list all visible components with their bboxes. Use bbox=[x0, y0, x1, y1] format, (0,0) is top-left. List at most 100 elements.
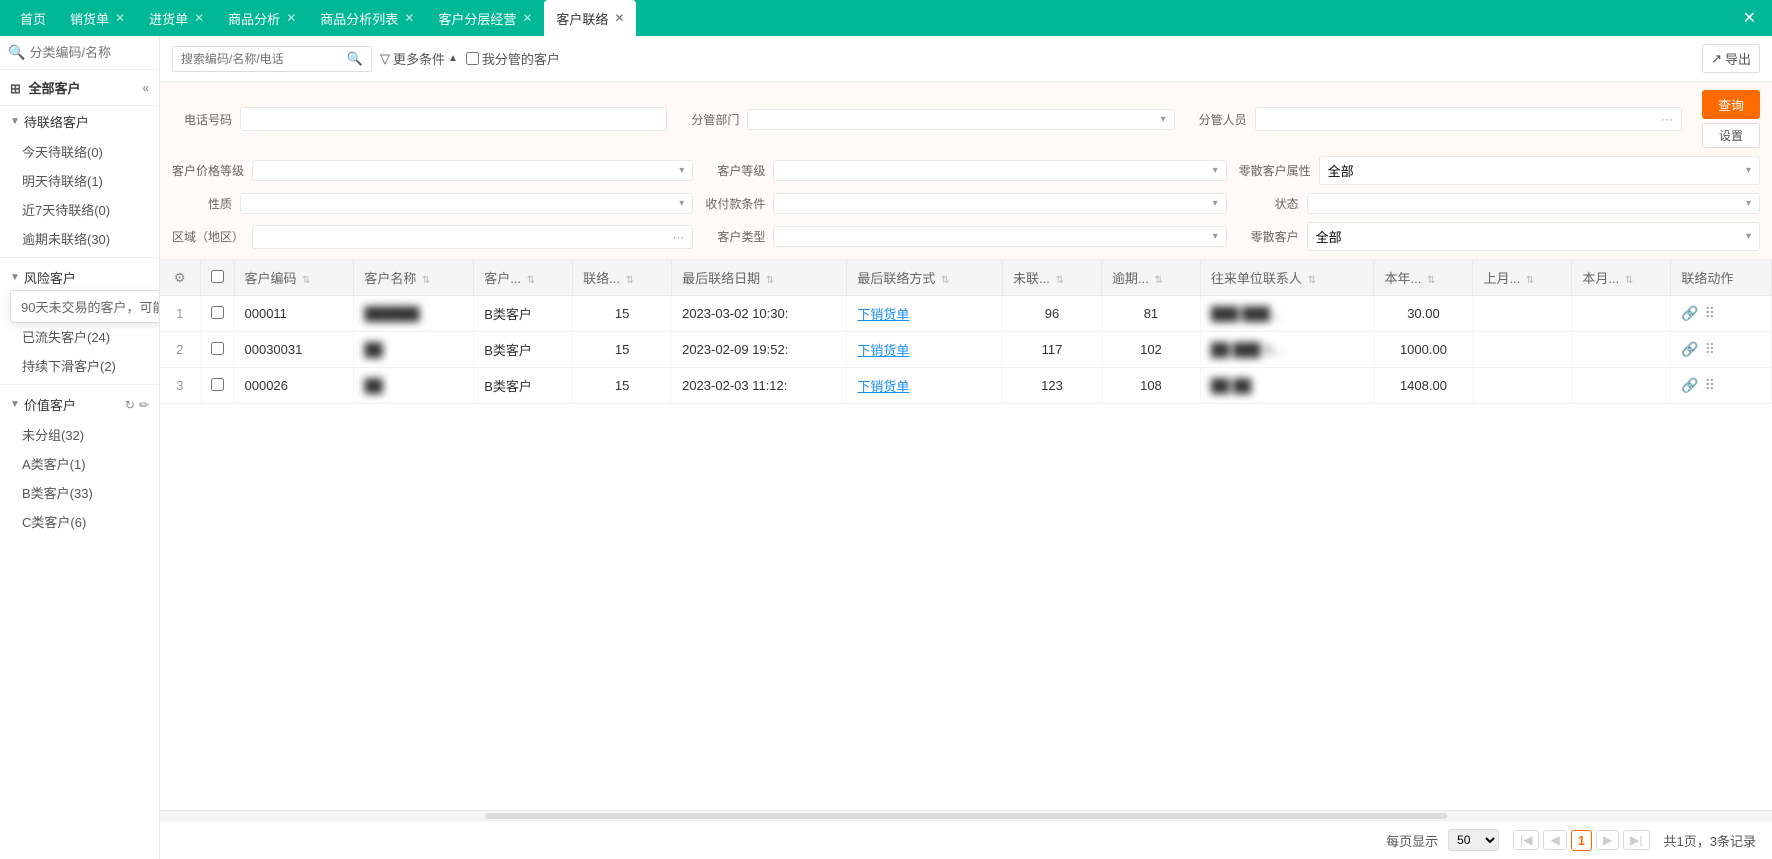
type-sort-icon[interactable]: ⇅ bbox=[527, 275, 535, 286]
tab-goods-list-close[interactable]: ✕ bbox=[404, 11, 414, 25]
th-check[interactable] bbox=[200, 260, 234, 296]
scroll-thumb[interactable] bbox=[485, 813, 1447, 819]
sidebar-item-week[interactable]: 近7天待联络(0) bbox=[0, 195, 159, 224]
nature-select[interactable]: ▾ bbox=[240, 193, 693, 214]
page-navigation: |◀ ◀ 1 ▶ ▶| bbox=[1513, 830, 1649, 851]
overdue-sort-icon[interactable]: ⇅ bbox=[1154, 275, 1162, 286]
page-next-btn[interactable]: ▶ bbox=[1596, 830, 1619, 850]
filter-search-box[interactable]: 🔍 bbox=[172, 46, 372, 72]
name-sort-icon[interactable]: ⇅ bbox=[422, 275, 430, 286]
sidebar-item-declining[interactable]: 持续下滑客户(2) bbox=[0, 351, 159, 380]
horizontal-scrollbar[interactable] bbox=[160, 810, 1772, 820]
code-sort-icon[interactable]: ⇅ bbox=[302, 275, 310, 286]
tab-sales[interactable]: 销货单 ✕ bbox=[58, 0, 137, 36]
region-input[interactable]: ··· bbox=[252, 225, 693, 249]
select-all-checkbox[interactable] bbox=[211, 270, 224, 283]
filter-more-btn[interactable]: ▽ 更多条件 ▲ bbox=[380, 49, 458, 68]
method-link-2[interactable]: 下销货单 bbox=[857, 379, 909, 394]
row-last-method-2[interactable]: 下销货单 bbox=[847, 368, 1003, 404]
setting-button[interactable]: 设置 bbox=[1702, 123, 1760, 148]
page-prev-btn[interactable]: ◀ bbox=[1543, 830, 1566, 850]
person-sort-icon[interactable]: ⇅ bbox=[1308, 275, 1316, 286]
sidebar-item-c-class[interactable]: C类客户(6) bbox=[0, 507, 159, 536]
phone-input[interactable] bbox=[240, 107, 667, 131]
method-link-0[interactable]: 下销货单 bbox=[857, 307, 909, 322]
row-check-2[interactable] bbox=[200, 368, 234, 404]
price-refresh-icon[interactable]: ↻ bbox=[125, 398, 135, 412]
filter-search-icon[interactable]: 🔍 bbox=[347, 51, 363, 67]
app-close-button[interactable]: ✕ bbox=[1735, 8, 1764, 28]
action-link-icon-2[interactable]: 🔗 bbox=[1681, 377, 1698, 394]
sidebar-item-overdue[interactable]: 逾期未联络(30) bbox=[0, 224, 159, 253]
unlink-sort-icon[interactable]: ⇅ bbox=[1055, 275, 1063, 286]
row-checkbox-0[interactable] bbox=[211, 306, 224, 319]
sidebar-item-tomorrow[interactable]: 明天待联络(1) bbox=[0, 166, 159, 195]
price-grade-select[interactable]: ▾ bbox=[252, 160, 693, 181]
th-last-date: 最后联络日期 ⇅ bbox=[672, 260, 847, 296]
my-pref-filter[interactable]: 我分管的客户 bbox=[466, 49, 560, 68]
sidebar-collapse-icon[interactable]: « bbox=[142, 81, 149, 95]
row-checkbox-2[interactable] bbox=[211, 378, 224, 391]
contact-sort-icon[interactable]: ⇅ bbox=[626, 275, 634, 286]
sidebar-risk-title[interactable]: ▼ 风险客户 90天未交易的客户，可能有流失风险。 bbox=[0, 262, 159, 293]
row-last-method-0[interactable]: 下销货单 bbox=[847, 296, 1003, 332]
sidebar-item-churned[interactable]: 已流失客户(24) bbox=[0, 322, 159, 351]
sidebar-item-today[interactable]: 今天待联络(0) bbox=[0, 137, 159, 166]
filter-search-input[interactable] bbox=[181, 52, 343, 66]
action-more-icon-0[interactable]: ⠿ bbox=[1705, 305, 1715, 322]
tab-goods-analysis-close[interactable]: ✕ bbox=[286, 11, 296, 25]
tab-customer-contact-close[interactable]: ✕ bbox=[614, 11, 624, 25]
method-sort-icon[interactable]: ⇅ bbox=[941, 275, 949, 286]
export-button[interactable]: ↗ 导出 bbox=[1702, 44, 1760, 73]
sidebar-search-area: 🔍 bbox=[0, 36, 159, 70]
action-more-icon-2[interactable]: ⠿ bbox=[1705, 377, 1715, 394]
row-checkbox-1[interactable] bbox=[211, 342, 224, 355]
tab-goods-list[interactable]: 商品分析列表 ✕ bbox=[308, 0, 426, 36]
th-gear[interactable]: ⚙ bbox=[160, 260, 200, 296]
price-edit-icon[interactable]: ✏ bbox=[139, 398, 149, 412]
page-info-text: 共1页，3条记录 bbox=[1664, 831, 1756, 850]
sidebar-item-a-class[interactable]: A类客户(1) bbox=[0, 449, 159, 478]
sidebar-search-input[interactable] bbox=[29, 45, 151, 60]
type-select[interactable]: ▾ bbox=[773, 226, 1226, 247]
tab-goods-analysis[interactable]: 商品分析 ✕ bbox=[216, 0, 308, 36]
row-check-1[interactable] bbox=[200, 332, 234, 368]
page-first-btn[interactable]: |◀ bbox=[1513, 830, 1539, 850]
tab-customer-tier[interactable]: 客户分层经营 ✕ bbox=[426, 0, 544, 36]
status-select[interactable]: ▾ bbox=[1307, 193, 1760, 214]
action-more-icon-1[interactable]: ⠿ bbox=[1705, 341, 1715, 358]
date-sort-icon[interactable]: ⇅ bbox=[766, 275, 774, 286]
action-link-icon-1[interactable]: 🔗 bbox=[1681, 341, 1698, 358]
row-contact-0: 15 bbox=[573, 296, 672, 332]
tab-sales-close[interactable]: ✕ bbox=[115, 11, 125, 25]
thismonth-sort-icon[interactable]: ⇅ bbox=[1625, 275, 1633, 286]
query-button[interactable]: 查询 bbox=[1702, 90, 1760, 119]
payment-select[interactable]: ▾ bbox=[773, 193, 1226, 214]
zero-customer-select[interactable]: 全部 ▾ bbox=[1307, 222, 1760, 251]
pending-arrow-icon: ▼ bbox=[10, 116, 20, 127]
row-this-month-0 bbox=[1572, 296, 1671, 332]
row-last-method-1[interactable]: 下销货单 bbox=[847, 332, 1003, 368]
tab-home[interactable]: 首页 bbox=[8, 0, 58, 36]
tab-purchase[interactable]: 进货单 ✕ bbox=[137, 0, 216, 36]
manager-input[interactable]: ··· bbox=[1255, 107, 1682, 131]
dept-select[interactable]: ▾ bbox=[747, 109, 1174, 130]
sidebar-item-b-class[interactable]: B类客户(33) bbox=[0, 478, 159, 507]
sidebar-pending-title[interactable]: ▼ 待联络客户 bbox=[0, 106, 159, 137]
row-year-1: 1000.00 bbox=[1374, 332, 1473, 368]
method-link-1[interactable]: 下销货单 bbox=[857, 343, 909, 358]
per-page-select[interactable]: 50 100 bbox=[1448, 829, 1499, 851]
sidebar-price-title[interactable]: ▼ 价值客户 ↻ ✏ bbox=[0, 389, 159, 420]
tab-purchase-close[interactable]: ✕ bbox=[194, 11, 204, 25]
tab-customer-contact[interactable]: 客户联络 ✕ bbox=[544, 0, 636, 36]
lastmonth-sort-icon[interactable]: ⇅ bbox=[1526, 275, 1534, 286]
year-sort-icon[interactable]: ⇅ bbox=[1427, 275, 1435, 286]
zero-attr-select[interactable]: 全部 ▾ bbox=[1319, 156, 1760, 185]
sidebar-item-ungrouped[interactable]: 未分组(32) bbox=[0, 420, 159, 449]
action-link-icon-0[interactable]: 🔗 bbox=[1681, 305, 1698, 322]
tab-customer-tier-close[interactable]: ✕ bbox=[522, 11, 532, 25]
page-last-btn[interactable]: ▶| bbox=[1623, 830, 1649, 850]
my-pref-checkbox[interactable] bbox=[466, 52, 479, 65]
grade-select[interactable]: ▾ bbox=[773, 160, 1226, 181]
row-check-0[interactable] bbox=[200, 296, 234, 332]
